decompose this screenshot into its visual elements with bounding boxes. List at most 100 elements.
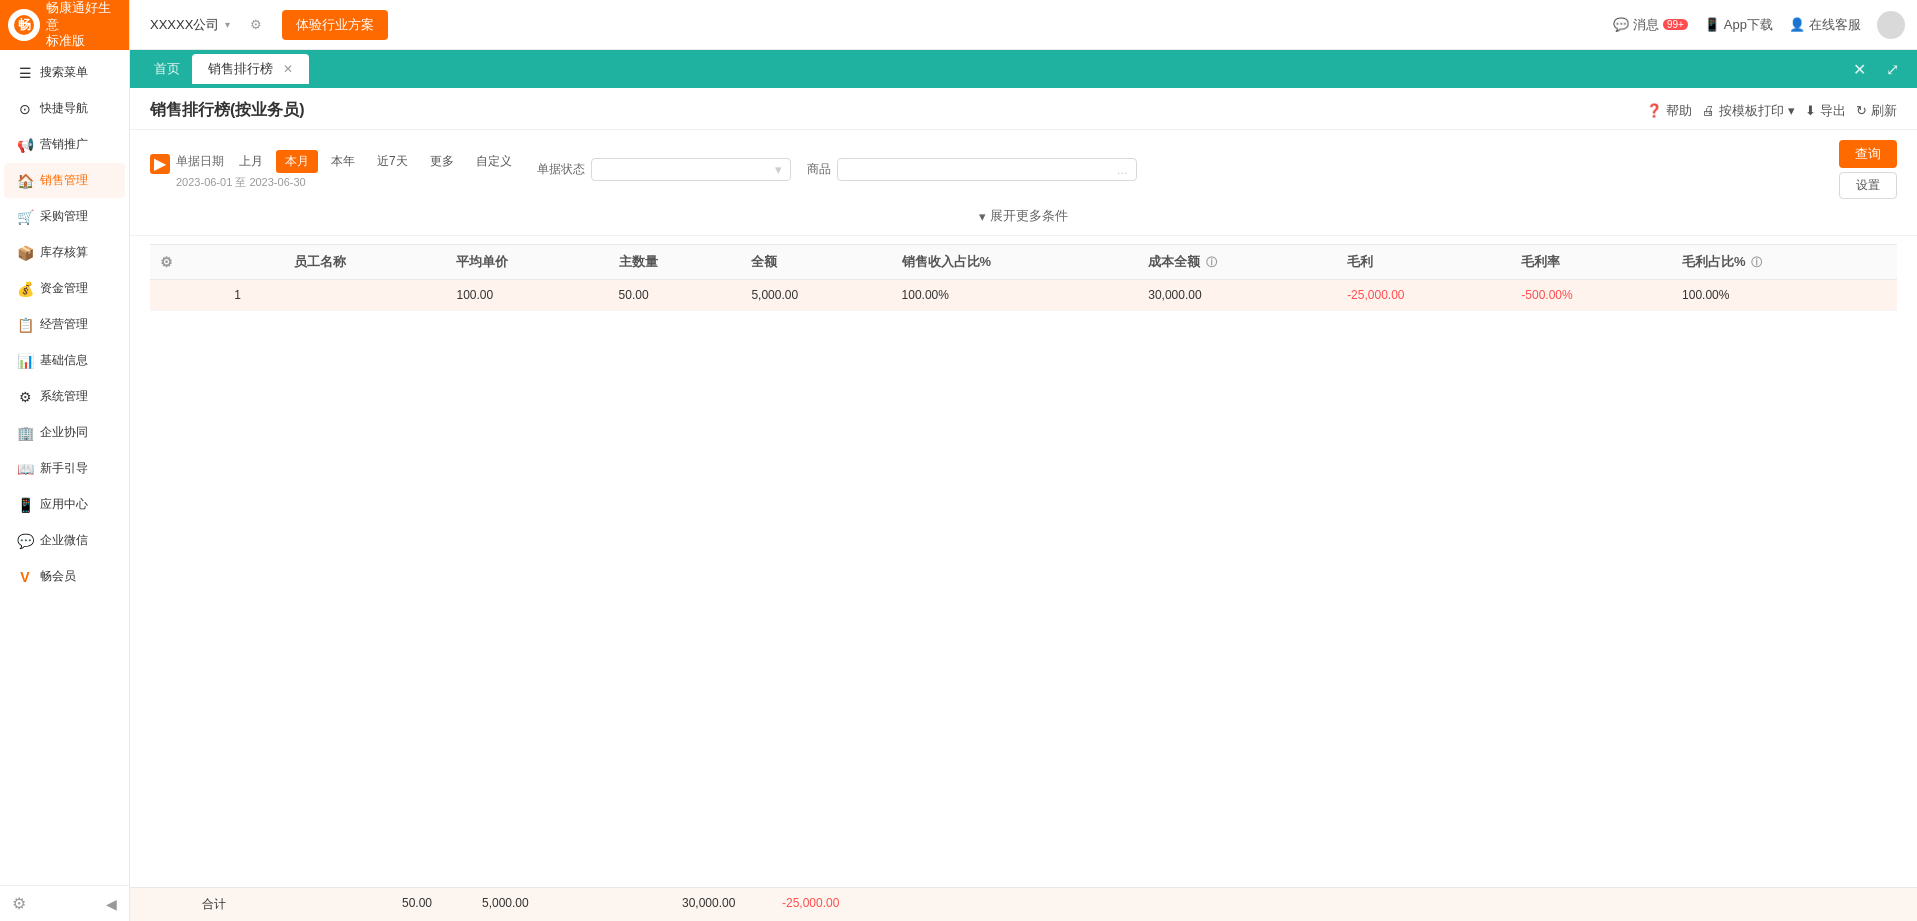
export-label: 导出	[1820, 102, 1846, 120]
page-header: 销售排行榜(按业务员) ❓ 帮助 🖨 按模板打印 ▾ ⬇ 导出 ↻ 刷新	[130, 88, 1917, 130]
header-right: 💬 消息 99+ 📱 App下载 👤 在线客服	[1613, 11, 1905, 39]
sidebar-item-purchase[interactable]: 🛒 采购管理	[4, 199, 125, 234]
sidebar-item-wechat[interactable]: 💬 企业微信	[4, 523, 125, 558]
tab-close-window-icon[interactable]: ✕	[1847, 58, 1872, 81]
sidebar-item-operations[interactable]: 📋 经营管理	[4, 307, 125, 342]
date-range-display: 2023-06-01 至 2023-06-30	[176, 175, 521, 190]
sidebar-settings-icon[interactable]: ⚙	[12, 894, 26, 913]
date-tabs: 上月 本月 本年 近7天 更多 自定义	[230, 150, 521, 173]
tab-home[interactable]: 首页	[142, 54, 192, 84]
footer-total-label: 合计	[202, 896, 322, 913]
table-row[interactable]: 1100.0050.005,000.00100.00%30,000.00-25,…	[150, 280, 1897, 311]
sidebar-item-enterprise[interactable]: 🏢 企业协同	[4, 415, 125, 450]
col-settings: ⚙	[150, 245, 224, 280]
export-icon: ⬇	[1805, 103, 1816, 118]
logo-icon: 畅	[8, 9, 40, 41]
message-button[interactable]: 💬 消息 99+	[1613, 16, 1688, 34]
help-button[interactable]: ❓ 帮助	[1646, 102, 1692, 120]
expand-row: ▾ 展开更多条件	[150, 207, 1897, 225]
expand-label: 展开更多条件	[990, 207, 1068, 225]
online-service-button[interactable]: 👤 在线客服	[1789, 16, 1861, 34]
app-download-button[interactable]: 📱 App下载	[1704, 16, 1773, 34]
main-area: XXXXX公司 ▾ ⚙ 体验行业方案 💬 消息 99+ 📱 App下载 👤 在线…	[130, 0, 1917, 921]
sidebar-item-basicinfo[interactable]: 📊 基础信息	[4, 343, 125, 378]
status-filter-group: 单据状态 ▾	[537, 158, 791, 181]
print-icon: 🖨	[1702, 103, 1715, 118]
sidebar-item-vip[interactable]: V 畅会员	[4, 559, 125, 594]
refresh-button[interactable]: ↻ 刷新	[1856, 102, 1897, 120]
avatar[interactable]	[1877, 11, 1905, 39]
appcenter-icon: 📱	[16, 497, 34, 513]
company-selector[interactable]: XXXXX公司 ▾	[142, 12, 238, 38]
gear-icon[interactable]: ⚙	[242, 11, 270, 39]
sidebar-item-search-label: 搜索菜单	[40, 64, 88, 81]
guide-icon: 📖	[16, 461, 34, 477]
query-button[interactable]: 查询	[1839, 140, 1897, 168]
sidebar-item-basicinfo-label: 基础信息	[40, 352, 88, 369]
company-name: XXXXX公司	[150, 16, 219, 34]
goods-input[interactable]: ...	[837, 158, 1137, 181]
finance-icon: 💰	[16, 281, 34, 297]
status-select[interactable]: ▾	[591, 158, 791, 181]
col-rank	[224, 245, 284, 280]
download-icon: 📱	[1704, 17, 1720, 32]
date-tab-7days[interactable]: 近7天	[368, 150, 417, 173]
export-button[interactable]: ⬇ 导出	[1805, 102, 1846, 120]
sidebar-item-search[interactable]: ☰ 搜索菜单	[4, 55, 125, 90]
print-chevron-icon: ▾	[1788, 103, 1795, 118]
message-badge: 99+	[1663, 19, 1688, 30]
sidebar-item-marketing[interactable]: 📢 营销推广	[4, 127, 125, 162]
sidebar-item-appcenter[interactable]: 📱 应用中心	[4, 487, 125, 522]
date-tab-more[interactable]: 更多	[421, 150, 463, 173]
footer-amount: 5,000.00	[482, 896, 582, 913]
tab-close-icon[interactable]: ✕	[283, 62, 293, 76]
cost-help-icon[interactable]: ⓘ	[1206, 256, 1217, 268]
filter-arrow-icon[interactable]: ▶	[150, 154, 170, 174]
date-tab-custom[interactable]: 自定义	[467, 150, 521, 173]
sidebar-logo: 畅 畅康通好生意 标准版	[0, 0, 129, 50]
sidebar-collapse-icon[interactable]: ◀	[106, 896, 117, 912]
date-tab-this-month[interactable]: 本月	[276, 150, 318, 173]
footer-main-qty: 50.00	[402, 896, 482, 913]
sidebar-item-system[interactable]: ⚙ 系统管理	[4, 379, 125, 414]
filter-row-1: ▶ 单据日期 上月 本月 本年 近7天 更多 自定义	[150, 140, 1897, 199]
gross-pct-help-icon[interactable]: ⓘ	[1751, 256, 1762, 268]
sidebar-footer: ⚙ ◀	[0, 885, 129, 921]
page-actions: ❓ 帮助 🖨 按模板打印 ▾ ⬇ 导出 ↻ 刷新	[1646, 102, 1897, 120]
table-settings-icon[interactable]: ⚙	[160, 254, 173, 270]
sidebar-item-vip-label: 畅会员	[40, 568, 76, 585]
footer-cells: 合计 50.00 5,000.00 30,000.00 -25,000.00	[150, 896, 1897, 913]
date-tab-this-year[interactable]: 本年	[322, 150, 364, 173]
sidebar-item-sales[interactable]: 🏠 销售管理	[4, 163, 125, 198]
sidebar-item-quicknav[interactable]: ⊙ 快捷导航	[4, 91, 125, 126]
sidebar-item-marketing-label: 营销推广	[40, 136, 88, 153]
service-icon: 👤	[1789, 17, 1805, 32]
message-label: 消息	[1633, 16, 1659, 34]
goods-filter-label: 商品	[807, 161, 831, 178]
status-filter-label: 单据状态	[537, 161, 585, 178]
col-gross-rate: 毛利率	[1511, 245, 1672, 280]
expand-conditions-button[interactable]: ▾ 展开更多条件	[979, 207, 1068, 225]
page-title: 销售排行榜(按业务员)	[150, 100, 305, 121]
table-area: ⚙ 员工名称 平均单价 主数量 全额 销售收入占比% 成本全额 ⓘ 毛利 毛利率	[130, 236, 1917, 887]
goods-filter-group: 商品 ...	[807, 158, 1137, 181]
date-tab-last-month[interactable]: 上月	[230, 150, 272, 173]
tab-sales-rank[interactable]: 销售排行榜 ✕	[192, 54, 309, 84]
print-button[interactable]: 🖨 按模板打印 ▾	[1702, 102, 1795, 120]
sidebar-item-inventory[interactable]: 📦 库存核算	[4, 235, 125, 270]
filter-area: ▶ 单据日期 上月 本月 本年 近7天 更多 自定义	[130, 130, 1917, 236]
tab-expand-icon[interactable]: ⤢	[1880, 58, 1905, 81]
online-service-label: 在线客服	[1809, 16, 1861, 34]
data-table: ⚙ 员工名称 平均单价 主数量 全额 销售收入占比% 成本全额 ⓘ 毛利 毛利率	[150, 244, 1897, 311]
sidebar-item-guide[interactable]: 📖 新手引导	[4, 451, 125, 486]
sidebar-nav: ☰ 搜索菜单 ⊙ 快捷导航 📢 营销推广 🏠 销售管理 🛒 采购管理 📦 库存核…	[0, 50, 129, 885]
try-industry-button[interactable]: 体验行业方案	[282, 10, 388, 40]
col-main-qty: 主数量	[609, 245, 742, 280]
sidebar-item-finance[interactable]: 💰 资金管理	[4, 271, 125, 306]
settings-button[interactable]: 设置	[1839, 172, 1897, 199]
tab-bar-right: ✕ ⤢	[1847, 58, 1905, 81]
footer-gross-pct	[982, 896, 1082, 913]
sidebar-item-sales-label: 销售管理	[40, 172, 88, 189]
sidebar-item-system-label: 系统管理	[40, 388, 88, 405]
sidebar-item-wechat-label: 企业微信	[40, 532, 88, 549]
